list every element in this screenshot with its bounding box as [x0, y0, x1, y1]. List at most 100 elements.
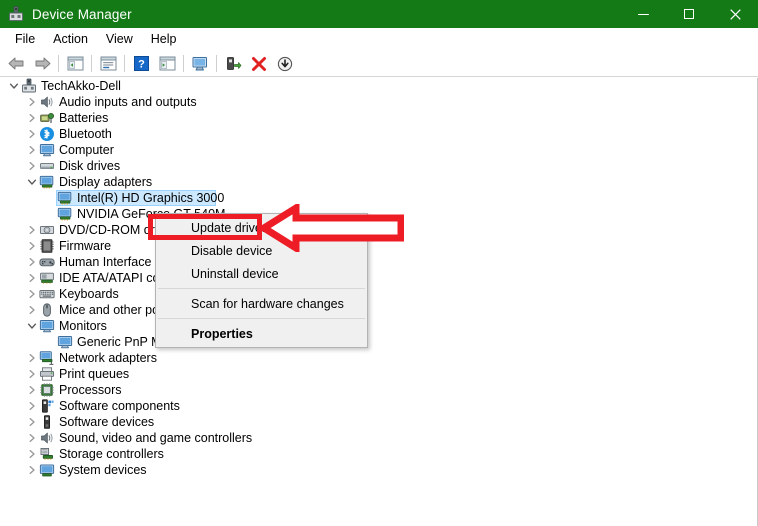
tree-item-label: Processors — [59, 383, 122, 397]
chevron-down-icon[interactable] — [25, 318, 38, 334]
menu-bar: File Action View Help — [0, 28, 758, 51]
chevron-right-icon[interactable] — [25, 446, 38, 462]
toolbar-separator — [183, 55, 184, 72]
tree-item-label: Batteries — [59, 111, 109, 125]
toolbar-disable-device-button[interactable] — [272, 52, 298, 76]
tree-item[interactable]: Generic PnP Monitor — [0, 334, 757, 350]
tree-item[interactable]: Storage controllers — [0, 446, 757, 462]
context-menu-item[interactable]: Scan for hardware changes — [156, 292, 367, 315]
chevron-right-icon[interactable] — [25, 158, 38, 174]
tree-root-item[interactable]: TechAkko-Dell — [0, 78, 757, 94]
chevron-down-icon[interactable] — [7, 78, 20, 94]
menu-help[interactable]: Help — [142, 30, 186, 49]
battery-icon — [38, 110, 55, 126]
toolbar-separator — [216, 55, 217, 72]
action-menu-icon — [159, 56, 175, 71]
toolbar-help-button[interactable]: ? — [128, 52, 154, 76]
storage-controller-icon — [38, 446, 55, 462]
monitor-icon — [56, 334, 73, 350]
device-tree[interactable]: TechAkko-Dell Audio inputs and outputs Bat… — [0, 78, 758, 526]
context-menu[interactable]: Update driver Disable device Uninstall dev… — [155, 213, 368, 348]
tree-item-label: Audio inputs and outputs — [59, 95, 197, 109]
menu-action[interactable]: Action — [44, 30, 97, 49]
toolbar-console-tree-button[interactable] — [62, 52, 88, 76]
chevron-right-icon[interactable] — [25, 286, 38, 302]
chevron-right-icon[interactable] — [25, 350, 38, 366]
chevron-right-icon[interactable] — [25, 254, 38, 270]
tree-item-label: Print queues — [59, 367, 130, 381]
toolbar-properties-button[interactable] — [95, 52, 121, 76]
properties-icon — [100, 56, 116, 71]
tree-item[interactable]: Network adapters — [0, 350, 757, 366]
toolbar-forward-button[interactable] — [29, 52, 55, 76]
context-menu-separator — [158, 318, 365, 319]
network-adapter-icon — [38, 350, 55, 366]
tree-item[interactable]: Computer — [0, 142, 757, 158]
tree-item[interactable]: Monitors — [0, 318, 757, 334]
tree-item[interactable]: Display adapters — [0, 174, 757, 190]
chevron-right-icon[interactable] — [25, 302, 38, 318]
device-manager-icon — [7, 5, 25, 23]
chevron-right-icon[interactable] — [25, 462, 38, 478]
tree-item[interactable]: DVD/CD-ROM drives — [0, 222, 757, 238]
tree-item[interactable]: Processors — [0, 382, 757, 398]
tree-item[interactable]: Keyboards — [0, 286, 757, 302]
tree-item-label: Firmware — [59, 239, 112, 253]
tree-item[interactable]: NVIDIA GeForce GT 540M — [0, 206, 757, 222]
tree-item[interactable]: Intel(R) HD Graphics 3000 — [0, 190, 757, 206]
maximize-button[interactable] — [666, 0, 712, 28]
tree-item[interactable]: Sound, video and game controllers — [0, 430, 757, 446]
chevron-right-icon[interactable] — [25, 270, 38, 286]
tree-item[interactable]: System devices — [0, 462, 757, 478]
tree-item[interactable]: Software components — [0, 398, 757, 414]
tree-item[interactable]: Audio inputs and outputs — [0, 94, 757, 110]
context-menu-item[interactable]: Uninstall device — [156, 262, 367, 285]
chevron-right-icon[interactable] — [25, 238, 38, 254]
tree-item[interactable]: Disk drives — [0, 158, 757, 174]
chevron-right-icon[interactable] — [25, 382, 38, 398]
minimize-button[interactable] — [620, 0, 666, 28]
toolbar-action-menu-button[interactable] — [154, 52, 180, 76]
tree-item[interactable]: Mice and other pointing devices — [0, 302, 757, 318]
close-button[interactable] — [712, 0, 758, 28]
tree-item[interactable]: Firmware — [0, 238, 757, 254]
toolbar-update-driver-button[interactable] — [220, 52, 246, 76]
chevron-right-icon[interactable] — [25, 414, 38, 430]
software-device-icon — [38, 414, 55, 430]
software-component-icon — [38, 398, 55, 414]
chevron-right-icon[interactable] — [25, 222, 38, 238]
computer-root-icon — [20, 78, 37, 94]
tree-item-label: Disk drives — [59, 159, 121, 173]
toolbar-uninstall-device-button[interactable] — [246, 52, 272, 76]
chevron-right-icon[interactable] — [25, 110, 38, 126]
menu-view[interactable]: View — [97, 30, 142, 49]
chevron-right-icon[interactable] — [25, 430, 38, 446]
tree-item[interactable]: Human Interface Devices — [0, 254, 757, 270]
chevron-right-icon[interactable] — [25, 94, 38, 110]
monitor-icon — [38, 142, 55, 158]
tree-item[interactable]: Bluetooth — [0, 126, 757, 142]
menu-file[interactable]: File — [6, 30, 44, 49]
ide-controller-icon — [38, 270, 55, 286]
scan-for-hardware-changes-icon — [192, 56, 207, 70]
chevron-right-icon[interactable] — [25, 398, 38, 414]
display-adapter-icon — [56, 190, 73, 206]
context-menu-item[interactable]: Update driver — [156, 216, 367, 239]
tree-item[interactable]: Batteries — [0, 110, 757, 126]
toolbar-back-button[interactable] — [3, 52, 29, 76]
chevron-right-icon[interactable] — [25, 366, 38, 382]
help-icon: ? — [133, 56, 149, 71]
chevron-right-icon[interactable] — [25, 142, 38, 158]
svg-text:?: ? — [138, 59, 145, 71]
tree-item[interactable]: Print queues — [0, 366, 757, 382]
toolbar-scan-hardware-button[interactable] — [187, 52, 213, 76]
context-menu-item[interactable]: Disable device — [156, 239, 367, 262]
processor-icon — [38, 382, 55, 398]
tree-item[interactable]: IDE ATA/ATAPI controllers — [0, 270, 757, 286]
chevron-down-icon[interactable] — [25, 174, 38, 190]
chevron-right-icon[interactable] — [25, 126, 38, 142]
tree-item[interactable]: Software devices — [0, 414, 757, 430]
context-menu-item[interactable]: Properties — [156, 322, 367, 345]
mouse-icon — [38, 302, 55, 318]
